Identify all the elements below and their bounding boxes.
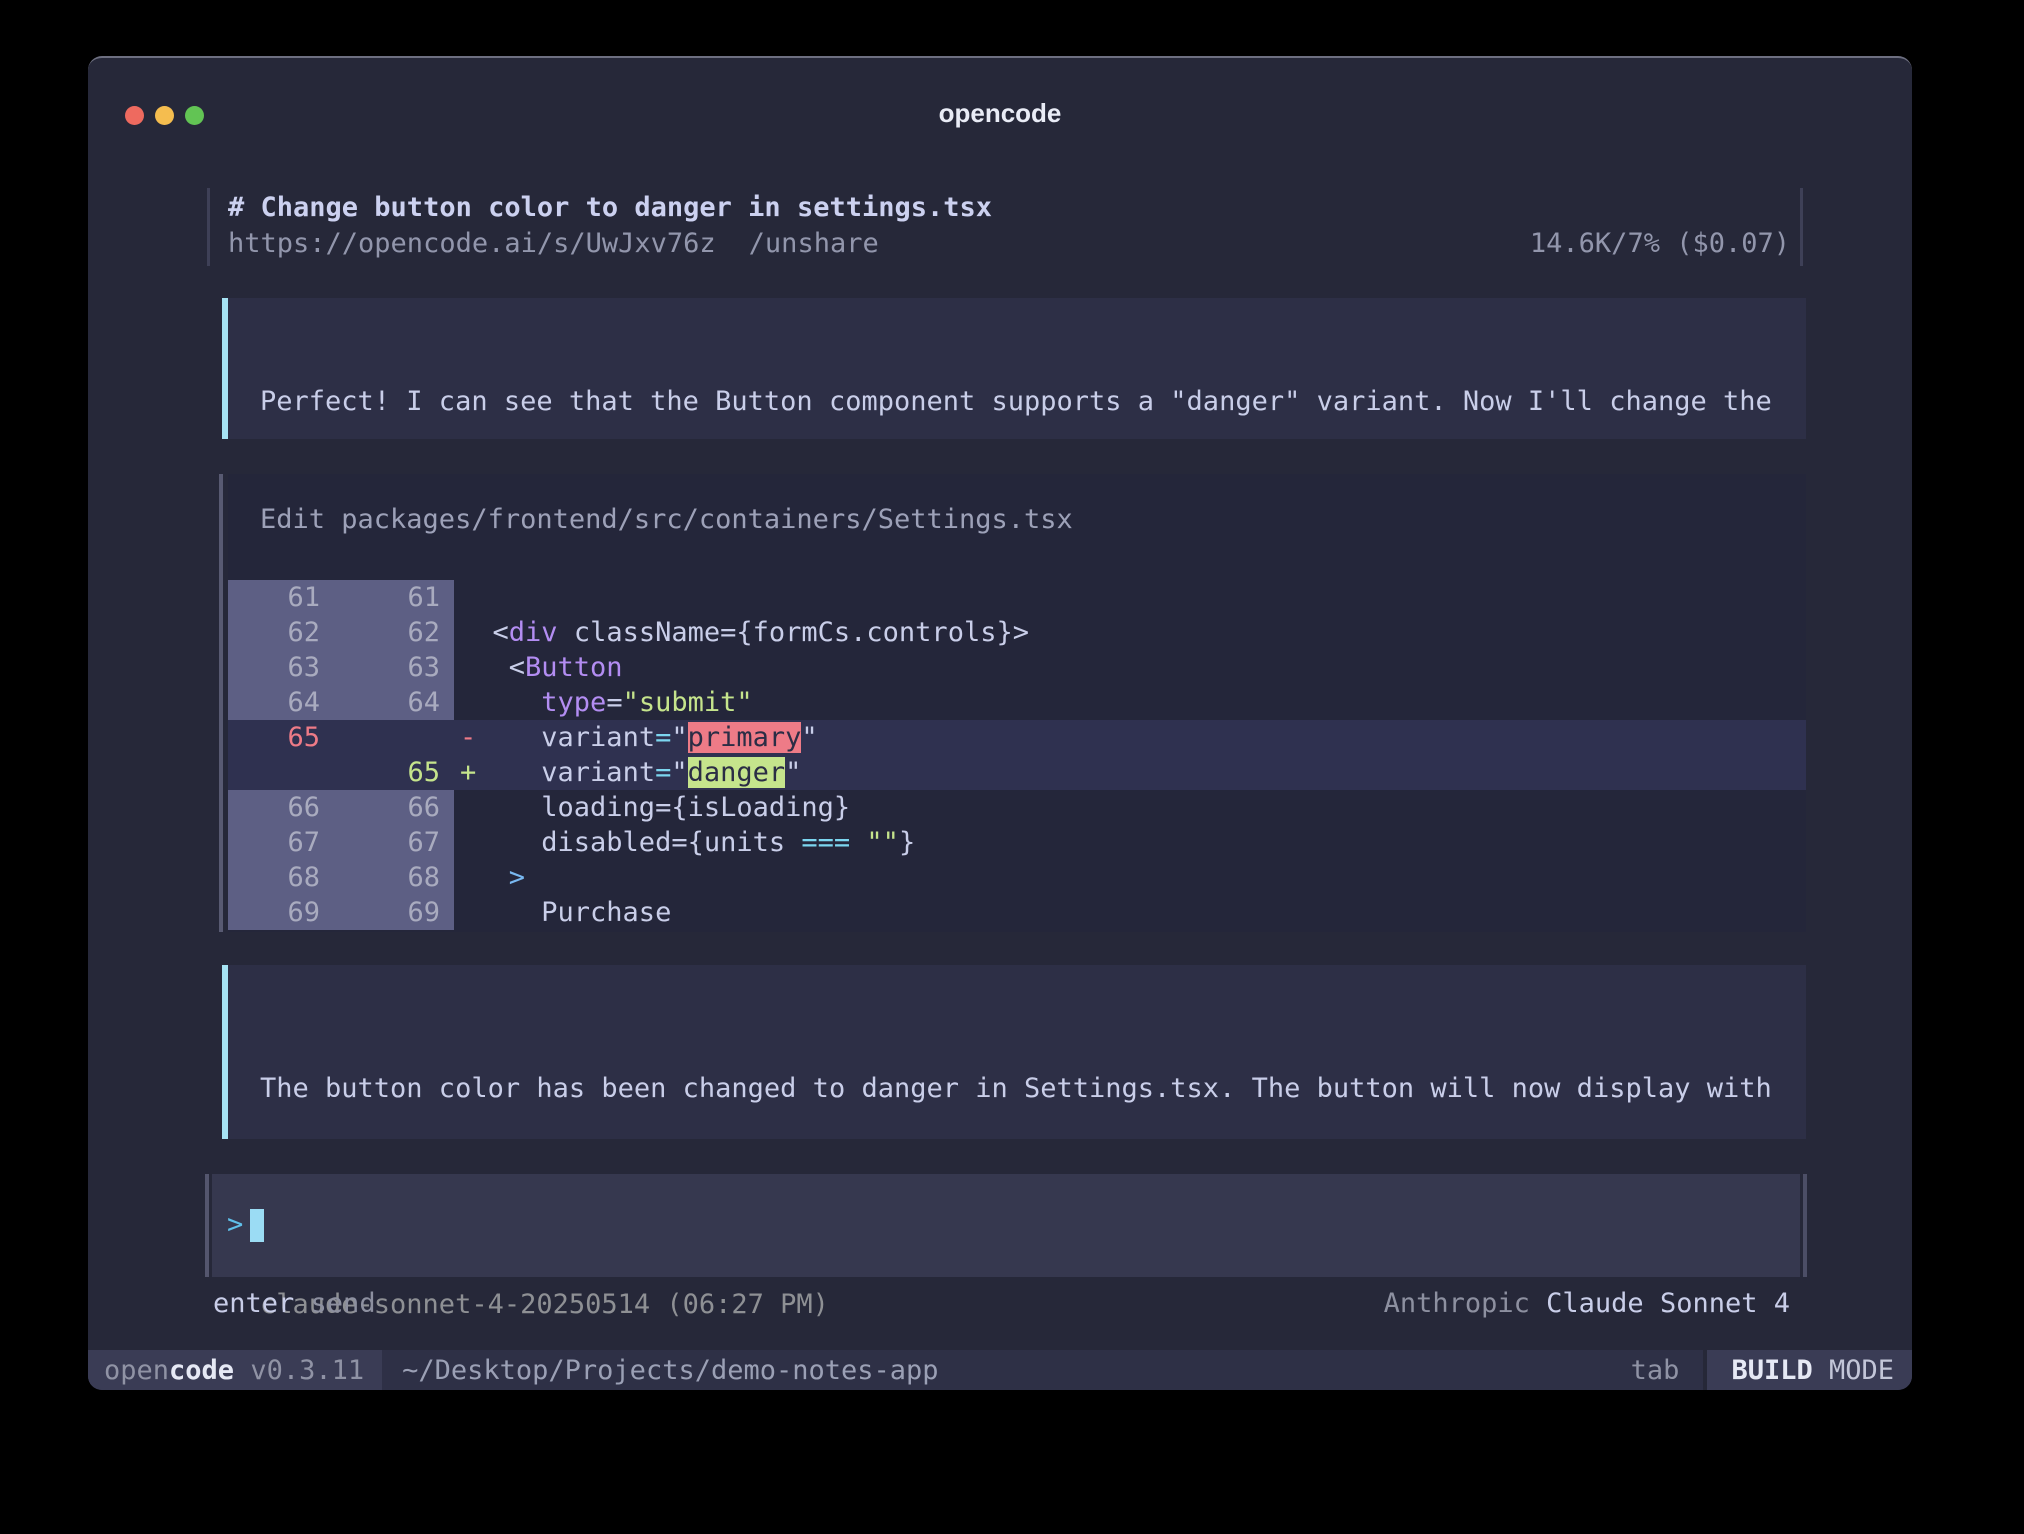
- diff-row: 6868 >: [228, 860, 1806, 895]
- diff-gutter: 6868: [228, 860, 454, 895]
- diff-code-line: - variant="primary": [454, 720, 818, 755]
- diff-row: 65+ variant="danger": [228, 755, 1806, 790]
- diff-code-line: loading={isLoading}: [454, 790, 850, 825]
- assistant-message: Perfect! I can see that the Button compo…: [222, 298, 1806, 439]
- edit-tool-block: Edit packages/frontend/src/containers/Se…: [228, 474, 1806, 932]
- hints-row: enter send Anthropic Claude Sonnet 4: [213, 1286, 1790, 1322]
- app-window: opencode # Change button color to danger…: [88, 56, 1912, 1390]
- diff-gutter: 6666: [228, 790, 454, 825]
- session-info-row: https://opencode.ai/s/UwJxv76z /unshare …: [228, 226, 1790, 262]
- message-line: Perfect! I can see that the Button compo…: [260, 384, 1806, 420]
- edit-block-strip: [219, 474, 223, 932]
- diff-row: 6161: [228, 580, 1806, 615]
- diff-gutter: 6464: [228, 685, 454, 720]
- header-border-left: [207, 188, 210, 266]
- working-directory: ~/Desktop/Projects/demo-notes-app: [402, 1350, 938, 1390]
- tab-key-hint: tab: [1631, 1350, 1680, 1390]
- model-provider: Anthropic: [1384, 1286, 1530, 1322]
- mode-build: BUILD: [1731, 1355, 1812, 1386]
- message-line: The button color has been changed to dan…: [260, 1071, 1806, 1107]
- app-name-code: code: [169, 1355, 234, 1386]
- assistant-message: The button color has been changed to dan…: [222, 965, 1806, 1139]
- diff-code-line: + variant="danger": [454, 755, 801, 790]
- model-name: Claude Sonnet 4: [1546, 1286, 1790, 1322]
- diff-gutter: 6767: [228, 825, 454, 860]
- diff-gutter: 6262: [228, 615, 454, 650]
- diff-row: 6666 loading={isLoading}: [228, 790, 1806, 825]
- mode-segment: BUILD MODE: [1703, 1350, 1912, 1390]
- diff-gutter: 6161: [228, 580, 454, 615]
- diff-row: 6363 <Button: [228, 650, 1806, 685]
- diff-row: 6262 <div className={formCs.controls}>: [228, 615, 1806, 650]
- diff-table: 61616262 <div className={formCs.controls…: [228, 580, 1806, 930]
- diff-code-line: <div className={formCs.controls}>: [454, 615, 1029, 650]
- header-border-right: [1800, 188, 1803, 266]
- session-title: # Change button color to danger in setti…: [228, 190, 992, 226]
- diff-row: 65- variant="primary": [228, 720, 1806, 755]
- diff-gutter: 65: [228, 755, 454, 790]
- app-version-segment: opencode v0.3.11: [88, 1350, 382, 1390]
- app-version: v0.3.11: [234, 1355, 364, 1386]
- diff-gutter: 65: [228, 720, 454, 755]
- diff-code-line: [454, 580, 460, 615]
- diff-code-line: >: [454, 860, 525, 895]
- edit-file-header: Edit packages/frontend/src/containers/Se…: [260, 504, 1073, 536]
- diff-code-line: type="submit": [454, 685, 753, 720]
- diff-row: 6767 disabled={units === ""}: [228, 825, 1806, 860]
- app-name-open: open: [104, 1355, 169, 1386]
- unshare-command[interactable]: /unshare: [749, 226, 879, 262]
- diff-row: 6969 Purchase: [228, 895, 1806, 930]
- diff-gutter: 6363: [228, 650, 454, 685]
- titlebar: opencode: [88, 58, 1912, 136]
- diff-gutter: 6969: [228, 895, 454, 930]
- hint-key: enter: [213, 1286, 294, 1322]
- prompt-strip-right: [1803, 1174, 1807, 1277]
- window-title: opencode: [88, 98, 1912, 129]
- prompt-symbol: >: [227, 1207, 243, 1243]
- diff-code-line: Purchase: [454, 895, 671, 930]
- share-url[interactable]: https://opencode.ai/s/UwJxv76z: [228, 226, 716, 262]
- token-usage: 14.6K/7% ($0.07): [1530, 226, 1790, 262]
- diff-row: 6464 type="submit": [228, 685, 1806, 720]
- diff-code-line: <Button: [454, 650, 623, 685]
- model-name-gap: [1530, 1286, 1546, 1322]
- diff-code-line: disabled={units === ""}: [454, 825, 915, 860]
- status-bar: opencode v0.3.11 ~/Desktop/Projects/demo…: [88, 1350, 1912, 1390]
- prompt-input[interactable]: >: [212, 1174, 1800, 1277]
- text-cursor: [250, 1209, 264, 1242]
- mode-label: MODE: [1813, 1355, 1894, 1386]
- hint-action-label: send: [311, 1286, 376, 1322]
- hint-action: [294, 1286, 310, 1322]
- prompt-strip-left: [205, 1174, 209, 1277]
